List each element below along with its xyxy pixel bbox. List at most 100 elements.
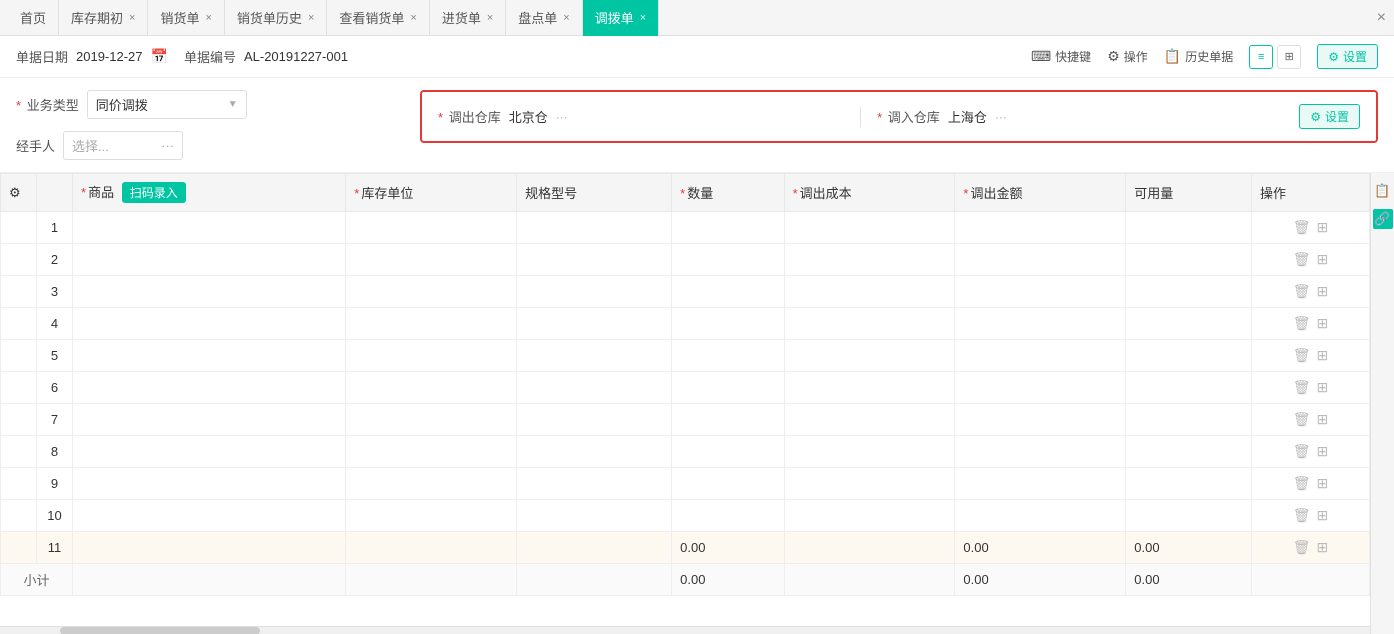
- calendar-icon[interactable]: 📅: [151, 48, 168, 65]
- sidebar-link-icon[interactable]: 🔗: [1373, 209, 1393, 229]
- person-label: 经手人: [16, 136, 55, 155]
- product-2[interactable]: [73, 244, 346, 276]
- spec-2[interactable]: [517, 244, 672, 276]
- delete-icon-10[interactable]: 🗑: [1293, 507, 1311, 524]
- cost-2[interactable]: [784, 244, 955, 276]
- history-btn[interactable]: 📋 历史单据: [1164, 48, 1233, 65]
- setting-button[interactable]: ⚙ 设置: [1317, 44, 1378, 69]
- copy-icon-2[interactable]: ⊞: [1317, 251, 1329, 268]
- tab-inventory-init[interactable]: 库存期初 ×: [59, 0, 148, 36]
- tab-purchase[interactable]: 进货单 ×: [430, 0, 506, 36]
- warehouse-setting-button[interactable]: ⚙ 设置: [1299, 104, 1360, 129]
- grid-layout-icon[interactable]: ⊞: [1277, 45, 1301, 69]
- tab-home[interactable]: 首页: [8, 0, 59, 36]
- copy-icon-1[interactable]: ⊞: [1317, 219, 1329, 236]
- action-1: 🗑 ⊞: [1252, 212, 1370, 244]
- tab-close-stock-check[interactable]: ×: [563, 12, 569, 24]
- shortcuts-icon: ⌨: [1031, 48, 1051, 65]
- delete-icon-7[interactable]: 🗑: [1293, 411, 1311, 428]
- right-sidebar: 📋 🔗: [1370, 173, 1394, 634]
- table-container[interactable]: ⚙ *商品 扫码录入 *库存单位 规格型号: [0, 173, 1370, 626]
- sidebar-notes-icon[interactable]: 📋: [1373, 181, 1393, 201]
- total-cost: 0.00: [1126, 564, 1252, 596]
- tab-close-inventory-init[interactable]: ×: [129, 12, 135, 24]
- action-header: 操作: [1252, 174, 1370, 212]
- tab-close-sales-history[interactable]: ×: [308, 12, 314, 24]
- copy-icon-3[interactable]: ⊞: [1317, 283, 1329, 300]
- business-type-select[interactable]: 同价调拨 ▼: [87, 90, 247, 119]
- table-settings-icon[interactable]: ⚙: [9, 185, 21, 200]
- settings-column-header[interactable]: ⚙: [1, 174, 37, 212]
- copy-icon-9[interactable]: ⊞: [1317, 475, 1329, 492]
- toolbar-right: ⌨ 快捷键 ⚙ 操作 📋 历史单据 ≡ ⊞ ⚙ 设置: [1031, 44, 1378, 69]
- layout-icons: ≡ ⊞: [1249, 45, 1301, 69]
- tab-close-sales-order[interactable]: ×: [205, 12, 211, 24]
- unit-1[interactable]: [346, 212, 517, 244]
- horizontal-scrollbar[interactable]: [0, 626, 1370, 634]
- copy-icon-6[interactable]: ⊞: [1317, 379, 1329, 396]
- delete-icon-9[interactable]: 🗑: [1293, 475, 1311, 492]
- tab-close-view-sales[interactable]: ×: [410, 12, 416, 24]
- amount-2[interactable]: [955, 244, 1126, 276]
- copy-icon-5[interactable]: ⊞: [1317, 347, 1329, 364]
- scan-button[interactable]: 扫码录入: [122, 182, 186, 203]
- tab-close-transfer[interactable]: ×: [640, 12, 646, 24]
- product-1[interactable]: [73, 212, 346, 244]
- tab-view-sales[interactable]: 查看销货单 ×: [327, 0, 429, 36]
- form-left: * 业务类型 同价调拨 ▼ 经手人 选择... ···: [16, 90, 396, 160]
- qty-header: *数量: [672, 174, 784, 212]
- delete-icon-6[interactable]: 🗑: [1293, 379, 1311, 396]
- person-select[interactable]: 选择... ···: [63, 131, 183, 160]
- person-more-icon[interactable]: ···: [161, 138, 174, 153]
- tab-stock-check[interactable]: 盘点单 ×: [506, 0, 582, 36]
- table-area: ⚙ *商品 扫码录入 *库存单位 规格型号: [0, 173, 1370, 634]
- out-warehouse-more-icon[interactable]: ···: [556, 110, 568, 124]
- table-row: 1 🗑 ⊞: [1, 212, 1370, 244]
- spec-header: 规格型号: [517, 174, 672, 212]
- delete-icon-4[interactable]: 🗑: [1293, 315, 1311, 332]
- unit-header: *库存单位: [346, 174, 517, 212]
- tab-sales-history[interactable]: 销货单历史 ×: [225, 0, 327, 36]
- delete-icon-1[interactable]: 🗑: [1293, 219, 1311, 236]
- list-layout-icon[interactable]: ≡: [1249, 45, 1273, 69]
- close-window-icon[interactable]: ×: [1377, 9, 1386, 27]
- number-group: 单据编号 AL-20191227-001: [184, 47, 348, 66]
- out-warehouse-group: * 调出仓库 北京仓 ···: [438, 107, 844, 126]
- in-warehouse-more-icon[interactable]: ···: [995, 110, 1007, 124]
- in-warehouse-group: * 调入仓库 上海仓 ···: [877, 107, 1283, 126]
- tab-transfer[interactable]: 调拨单 ×: [583, 0, 659, 36]
- copy-icon-8[interactable]: ⊞: [1317, 443, 1329, 460]
- amount-1[interactable]: [955, 212, 1126, 244]
- spec-1[interactable]: [517, 212, 672, 244]
- number-label: 单据编号: [184, 47, 236, 66]
- delete-icon-3[interactable]: 🗑: [1293, 283, 1311, 300]
- cost-1[interactable]: [784, 212, 955, 244]
- table-row: 5 🗑⊞: [1, 340, 1370, 372]
- qty-2[interactable]: [672, 244, 784, 276]
- delete-icon-8[interactable]: 🗑: [1293, 443, 1311, 460]
- warehouse-gear-icon: ⚙: [1310, 110, 1321, 124]
- out-warehouse-value: 北京仓: [509, 107, 548, 126]
- gear-icon: ⚙: [1328, 50, 1339, 64]
- action-2: 🗑 ⊞: [1252, 244, 1370, 276]
- copy-icon-4[interactable]: ⊞: [1317, 315, 1329, 332]
- warehouse-divider: [860, 107, 861, 127]
- operations-btn[interactable]: ⚙ 操作: [1107, 48, 1148, 65]
- total-qty: 0.00: [672, 564, 784, 596]
- unit-2[interactable]: [346, 244, 517, 276]
- copy-icon-7[interactable]: ⊞: [1317, 411, 1329, 428]
- total-amount: 0.00: [955, 564, 1126, 596]
- copy-icon-10[interactable]: ⊞: [1317, 507, 1329, 524]
- qty-1[interactable]: [672, 212, 784, 244]
- row-settings-1: [1, 212, 37, 244]
- delete-icon-5[interactable]: 🗑: [1293, 347, 1311, 364]
- table-row: 4 🗑⊞: [1, 308, 1370, 340]
- scroll-thumb[interactable]: [60, 627, 260, 634]
- delete-icon-2[interactable]: 🗑: [1293, 251, 1311, 268]
- copy-icon-11[interactable]: ⊞: [1317, 539, 1329, 556]
- table-row: 2 🗑 ⊞: [1, 244, 1370, 276]
- delete-icon-11[interactable]: 🗑: [1293, 539, 1311, 556]
- shortcuts-btn[interactable]: ⌨ 快捷键: [1031, 48, 1091, 65]
- tab-sales-order[interactable]: 销货单 ×: [148, 0, 224, 36]
- tab-close-purchase[interactable]: ×: [487, 12, 493, 24]
